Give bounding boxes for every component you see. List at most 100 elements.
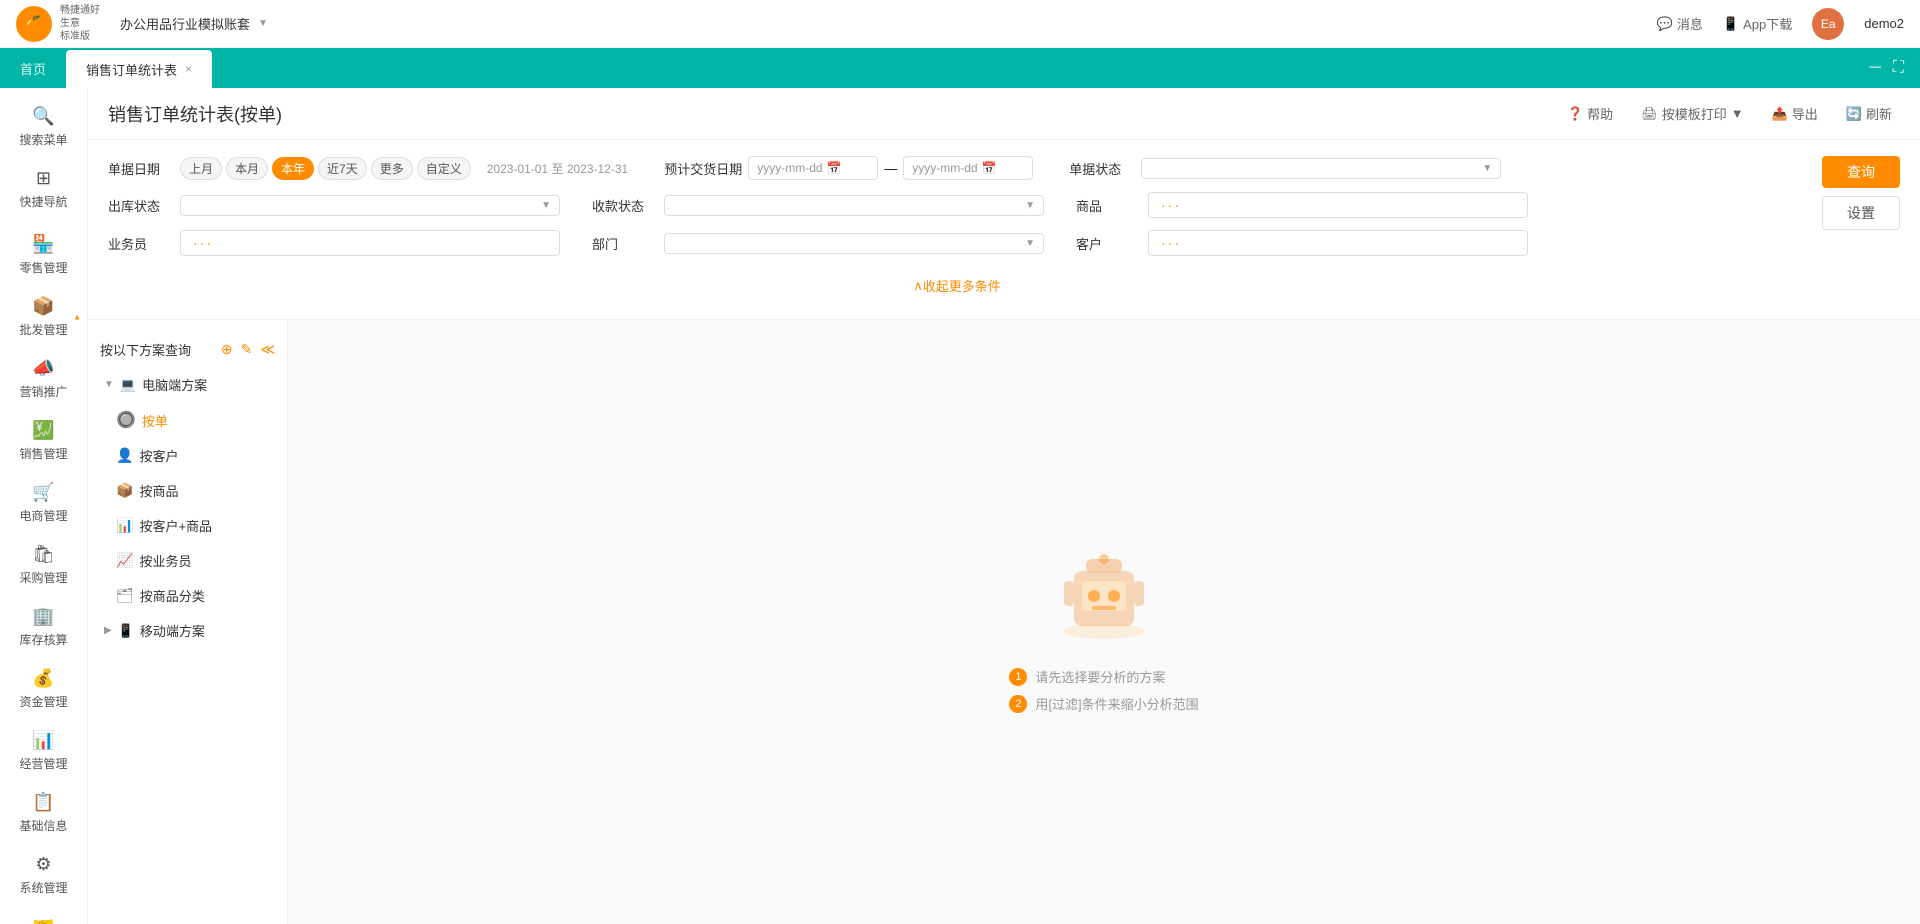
tab-bar-actions: ─ ⛶ [1869, 59, 1920, 77]
empty-tip-1: 1 请先选择要分析的方案 [1009, 667, 1198, 686]
pc-folder-icon: 💻 [120, 377, 136, 393]
sidebar-item-search-menu[interactable]: 🔍 搜索菜单 [0, 96, 87, 158]
download-icon: 📱 [1723, 16, 1739, 32]
tip-num-2: 2 [1009, 695, 1027, 713]
panel-header: 按以下方案查询 ⊕ ✎ ≪ [88, 332, 287, 367]
customer-label: 客户 [1076, 234, 1132, 253]
customer-more-icon[interactable]: ··· [1161, 235, 1181, 251]
sidebar-item-sales[interactable]: 💹 销售管理 [0, 410, 87, 472]
app-dropdown-icon[interactable]: ▼ [258, 18, 268, 29]
message-button[interactable]: 💬 消息 [1657, 14, 1703, 33]
user-name[interactable]: demo2 [1864, 16, 1904, 31]
inventory-icon: 🏢 [32, 606, 54, 627]
tab-sales-order[interactable]: 销售订单统计表 × [66, 50, 212, 88]
add-scheme-icon[interactable]: ⊕ [221, 341, 233, 358]
print-button[interactable]: 🖨 按模板打印 ▼ [1633, 100, 1751, 127]
ecommerce-icon: 🛒 [32, 482, 54, 503]
customer-input[interactable]: ··· [1148, 230, 1528, 256]
calendar-start-icon: 📅 [827, 161, 842, 175]
sidebar-item-ecommerce[interactable]: 🛒 电商管理 [0, 472, 87, 534]
user-avatar[interactable]: Ea [1812, 8, 1844, 40]
sidebar-item-operations[interactable]: 📊 经营管理 [0, 720, 87, 782]
sidebar-item-purchase[interactable]: 🛍 采购管理 [0, 534, 87, 596]
expected-date-end[interactable]: yyyy-mm-dd 📅 [903, 156, 1033, 180]
search-icon: 🔍 [32, 106, 54, 127]
payment-status-label: 收款状态 [592, 196, 648, 215]
help-icon: ❓ [1567, 106, 1583, 122]
tab-maximize-icon[interactable]: ⛶ [1893, 59, 1904, 77]
department-select[interactable]: ▼ [664, 233, 1044, 254]
salesperson-more-icon[interactable]: ··· [193, 235, 213, 251]
current-year-btn[interactable]: 本年 [272, 157, 314, 180]
tree-by-goods[interactable]: 📦 按商品 [88, 473, 287, 508]
calendar-end-icon: 📅 [982, 161, 997, 175]
filter-rows: 单据日期 上月 本月 本年 近7天 更多 自定义 2023-01-01 至 20… [108, 156, 1806, 303]
collapse-button[interactable]: ∧ 收起更多条件 [108, 268, 1806, 303]
this-month-btn[interactable]: 本月 [226, 157, 268, 180]
export-button[interactable]: 📤 导出 [1764, 100, 1826, 127]
more-btn[interactable]: 更多 [371, 157, 413, 180]
expected-date-start[interactable]: yyyy-mm-dd 📅 [748, 156, 878, 180]
by-salesperson-icon: 📈 [116, 552, 133, 569]
sidebar-item-wholesale[interactable]: 📦 批发管理 [0, 286, 87, 348]
logo-icon: 🍊 [16, 6, 52, 42]
order-status-label: 单据状态 [1069, 159, 1125, 178]
main-layout: 🔍 搜索菜单 ⊞ 快捷导航 🏪 零售管理 📦 批发管理 📣 营销推广 💹 销售管… [0, 88, 1920, 924]
sidebar: 🔍 搜索菜单 ⊞ 快捷导航 🏪 零售管理 📦 批发管理 📣 营销推广 💹 销售管… [0, 88, 88, 924]
tab-minimize-icon[interactable]: ─ [1869, 59, 1880, 77]
ship-status-select[interactable]: ▼ [180, 195, 560, 216]
salesperson-input[interactable]: ··· [180, 230, 560, 256]
last7-btn[interactable]: 近7天 [318, 157, 367, 180]
sidebar-item-marketing[interactable]: 📣 营销推广 [0, 348, 87, 410]
tree-pc-solution[interactable]: ▼ 💻 电脑端方案 [88, 367, 287, 402]
search-button[interactable]: 查询 [1822, 156, 1900, 188]
collapse-panel-icon[interactable]: ≪ [260, 341, 275, 358]
refresh-button[interactable]: 🔄 刷新 [1838, 100, 1900, 127]
date-label: 单据日期 [108, 159, 164, 178]
help-button[interactable]: ❓ 帮助 [1559, 100, 1621, 127]
tree-by-goods-category[interactable]: 🗂 按商品分类 [88, 578, 287, 613]
logo-text: 畅捷通好生意 标准版 [60, 4, 104, 43]
goods-more-icon[interactable]: ··· [1161, 197, 1181, 213]
message-icon: 💬 [1657, 16, 1673, 32]
tree-expand-mobile-icon: ▶ [104, 625, 112, 636]
order-status-select[interactable]: ▼ [1141, 158, 1501, 179]
tree-mobile-solution[interactable]: ▶ 📱 移动端方案 [88, 613, 287, 648]
sidebar-item-quick-nav[interactable]: ⊞ 快捷导航 [0, 158, 87, 220]
payment-status-arrow-icon: ▼ [1025, 200, 1035, 211]
operations-icon: 📊 [32, 730, 54, 751]
edit-scheme-icon[interactable]: ✎ [241, 341, 253, 358]
export-icon: 📤 [1772, 106, 1788, 122]
date-separator: — [884, 161, 897, 176]
basics-icon: 📋 [32, 792, 54, 813]
by-order-icon: 🔘 [116, 410, 136, 430]
tree-by-customer-goods[interactable]: 📊 按客户+商品 [88, 508, 287, 543]
tab-home[interactable]: 首页 [0, 48, 66, 88]
sidebar-item-inventory[interactable]: 🏢 库存核算 [0, 596, 87, 658]
wholesale-icon: 📦 [32, 296, 54, 317]
reset-button[interactable]: 设置 [1822, 196, 1900, 230]
tree-by-customer[interactable]: 👤 按客户 [88, 438, 287, 473]
sidebar-item-basics[interactable]: 📋 基础信息 [0, 782, 87, 844]
custom-btn[interactable]: 自定义 [417, 157, 471, 180]
tab-close-icon[interactable]: × [185, 62, 192, 76]
filter-row-2: 出库状态 ▼ 收款状态 ▼ 商品 ··· [108, 192, 1806, 218]
payment-status-select[interactable]: ▼ [664, 195, 1044, 216]
app-download-button[interactable]: 📱 App下载 [1723, 14, 1792, 33]
app-title-bar: 办公用品行业模拟账套 ▼ [104, 14, 1657, 33]
tree-by-order[interactable]: 🔘 按单 [88, 402, 287, 438]
main-content: 1 请先选择要分析的方案 2 用[过滤]条件来缩小分析范围 [288, 320, 1920, 924]
goods-input[interactable]: ··· [1148, 192, 1528, 218]
filter-with-btn: 单据日期 上月 本月 本年 近7天 更多 自定义 2023-01-01 至 20… [108, 156, 1900, 303]
by-category-icon: 🗂 [116, 587, 134, 604]
print-icon: 🖨 [1641, 106, 1658, 122]
department-arrow-icon: ▼ [1025, 238, 1035, 249]
tree-by-salesperson[interactable]: 📈 按业务员 [88, 543, 287, 578]
sidebar-item-system[interactable]: ⚙ 系统管理 [0, 844, 87, 906]
order-status-arrow-icon: ▼ [1482, 163, 1492, 174]
last-month-btn[interactable]: 上月 [180, 157, 222, 180]
sidebar-item-enterprise[interactable]: 🤝 企业协同 [0, 906, 87, 924]
sidebar-item-finance[interactable]: 💰 资金管理 [0, 658, 87, 720]
expected-date-label: 预计交货日期 [664, 159, 742, 178]
sidebar-item-retail[interactable]: 🏪 零售管理 [0, 224, 87, 286]
